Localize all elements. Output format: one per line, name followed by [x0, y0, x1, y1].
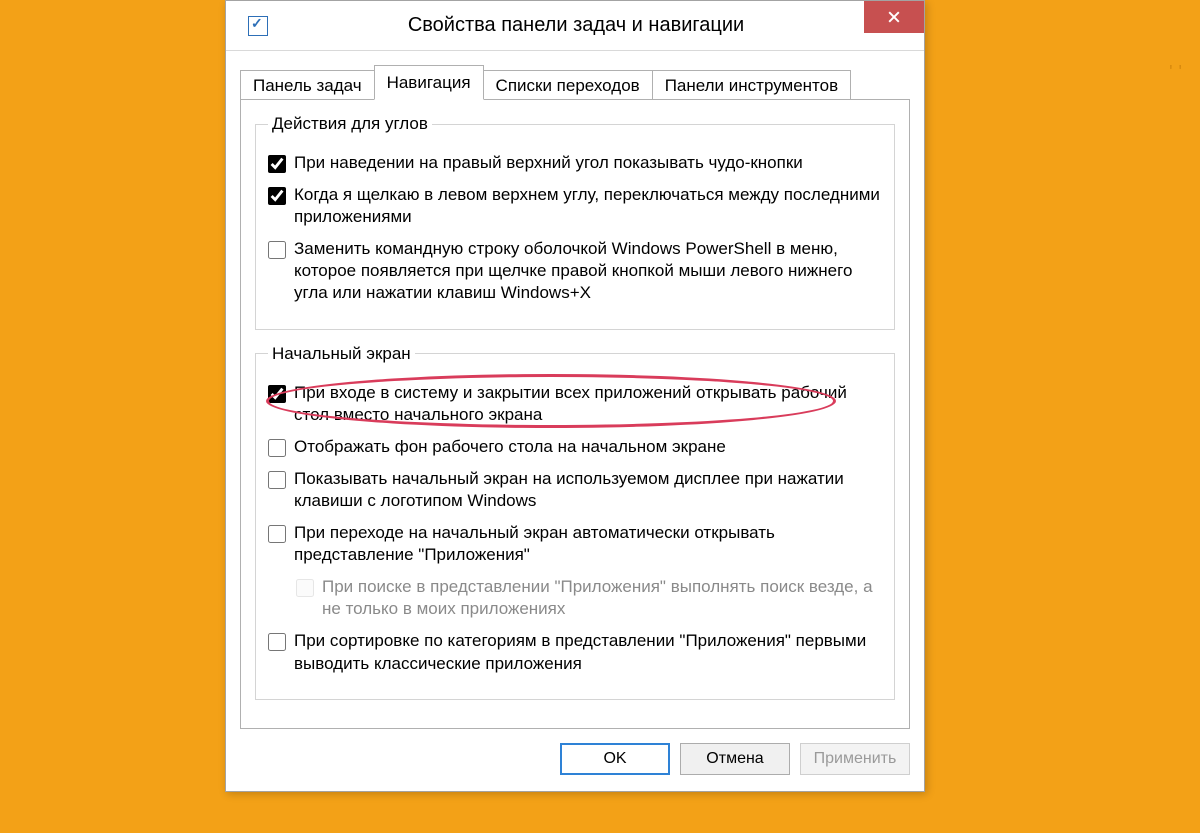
label-switch-apps: Когда я щелкаю в левом верхнем углу, пер…	[294, 184, 882, 228]
option-start-on-display[interactable]: Показывать начальный экран на используем…	[268, 468, 882, 512]
label-go-to-desktop: При входе в систему и закрытии всех прил…	[294, 382, 882, 426]
checkbox-show-charms[interactable]	[268, 155, 286, 173]
tab-navigation[interactable]: Навигация	[374, 65, 484, 100]
label-powershell: Заменить командную строку оболочкой Wind…	[294, 238, 882, 304]
app-icon	[248, 16, 268, 36]
label-start-on-display: Показывать начальный экран на используем…	[294, 468, 882, 512]
label-apps-view: При переходе на начальный экран автомати…	[294, 522, 882, 566]
checkbox-show-desktop-bg[interactable]	[268, 439, 286, 457]
option-show-desktop-bg[interactable]: Отображать фон рабочего стола на начальн…	[268, 436, 882, 458]
checkbox-start-on-display[interactable]	[268, 471, 286, 489]
tab-taskbar[interactable]: Панель задач	[240, 70, 375, 100]
tab-jumplists[interactable]: Списки переходов	[483, 70, 653, 100]
background-decoration: ''	[1169, 62, 1188, 83]
option-search-everywhere: При поиске в представлении "Приложения" …	[296, 576, 882, 620]
option-sort-classic-first[interactable]: При сортировке по категориям в представл…	[268, 630, 882, 674]
label-show-charms: При наведении на правый верхний угол пок…	[294, 152, 803, 174]
window-title: Свойства панели задач и навигации	[268, 14, 924, 37]
option-show-charms[interactable]: При наведении на правый верхний угол пок…	[268, 152, 882, 174]
label-show-desktop-bg: Отображать фон рабочего стола на начальн…	[294, 436, 726, 458]
titlebar: Свойства панели задач и навигации	[226, 1, 924, 51]
group-corner-actions: Действия для углов При наведении на прав…	[255, 114, 895, 330]
label-sort-classic-first: При сортировке по категориям в представл…	[294, 630, 882, 674]
label-search-everywhere: При поиске в представлении "Приложения" …	[322, 576, 882, 620]
tab-toolbars[interactable]: Панели инструментов	[652, 70, 851, 100]
close-icon	[888, 11, 900, 23]
checkbox-sort-classic-first[interactable]	[268, 633, 286, 651]
tab-panel-navigation: Действия для углов При наведении на прав…	[240, 99, 910, 729]
ok-button[interactable]: OK	[560, 743, 670, 775]
option-switch-apps[interactable]: Когда я щелкаю в левом верхнем углу, пер…	[268, 184, 882, 228]
group-start-legend: Начальный экран	[268, 344, 415, 364]
option-apps-view[interactable]: При переходе на начальный экран автомати…	[268, 522, 882, 566]
group-start-screen: Начальный экран При входе в систему и за…	[255, 344, 895, 700]
checkbox-switch-apps[interactable]	[268, 187, 286, 205]
cancel-button[interactable]: Отмена	[680, 743, 790, 775]
dialog-body: Панель задач Навигация Списки переходов …	[226, 51, 924, 729]
checkbox-powershell[interactable]	[268, 241, 286, 259]
checkbox-apps-view[interactable]	[268, 525, 286, 543]
apply-button: Применить	[800, 743, 910, 775]
checkbox-go-to-desktop[interactable]	[268, 385, 286, 403]
tabstrip: Панель задач Навигация Списки переходов …	[240, 65, 910, 99]
option-go-to-desktop[interactable]: При входе в систему и закрытии всех прил…	[268, 382, 882, 426]
close-button[interactable]	[864, 1, 924, 33]
checkbox-search-everywhere	[296, 579, 314, 597]
taskbar-properties-dialog: Свойства панели задач и навигации Панель…	[225, 0, 925, 792]
option-powershell[interactable]: Заменить командную строку оболочкой Wind…	[268, 238, 882, 304]
dialog-button-row: OK Отмена Применить	[226, 729, 924, 791]
group-corner-legend: Действия для углов	[268, 114, 432, 134]
